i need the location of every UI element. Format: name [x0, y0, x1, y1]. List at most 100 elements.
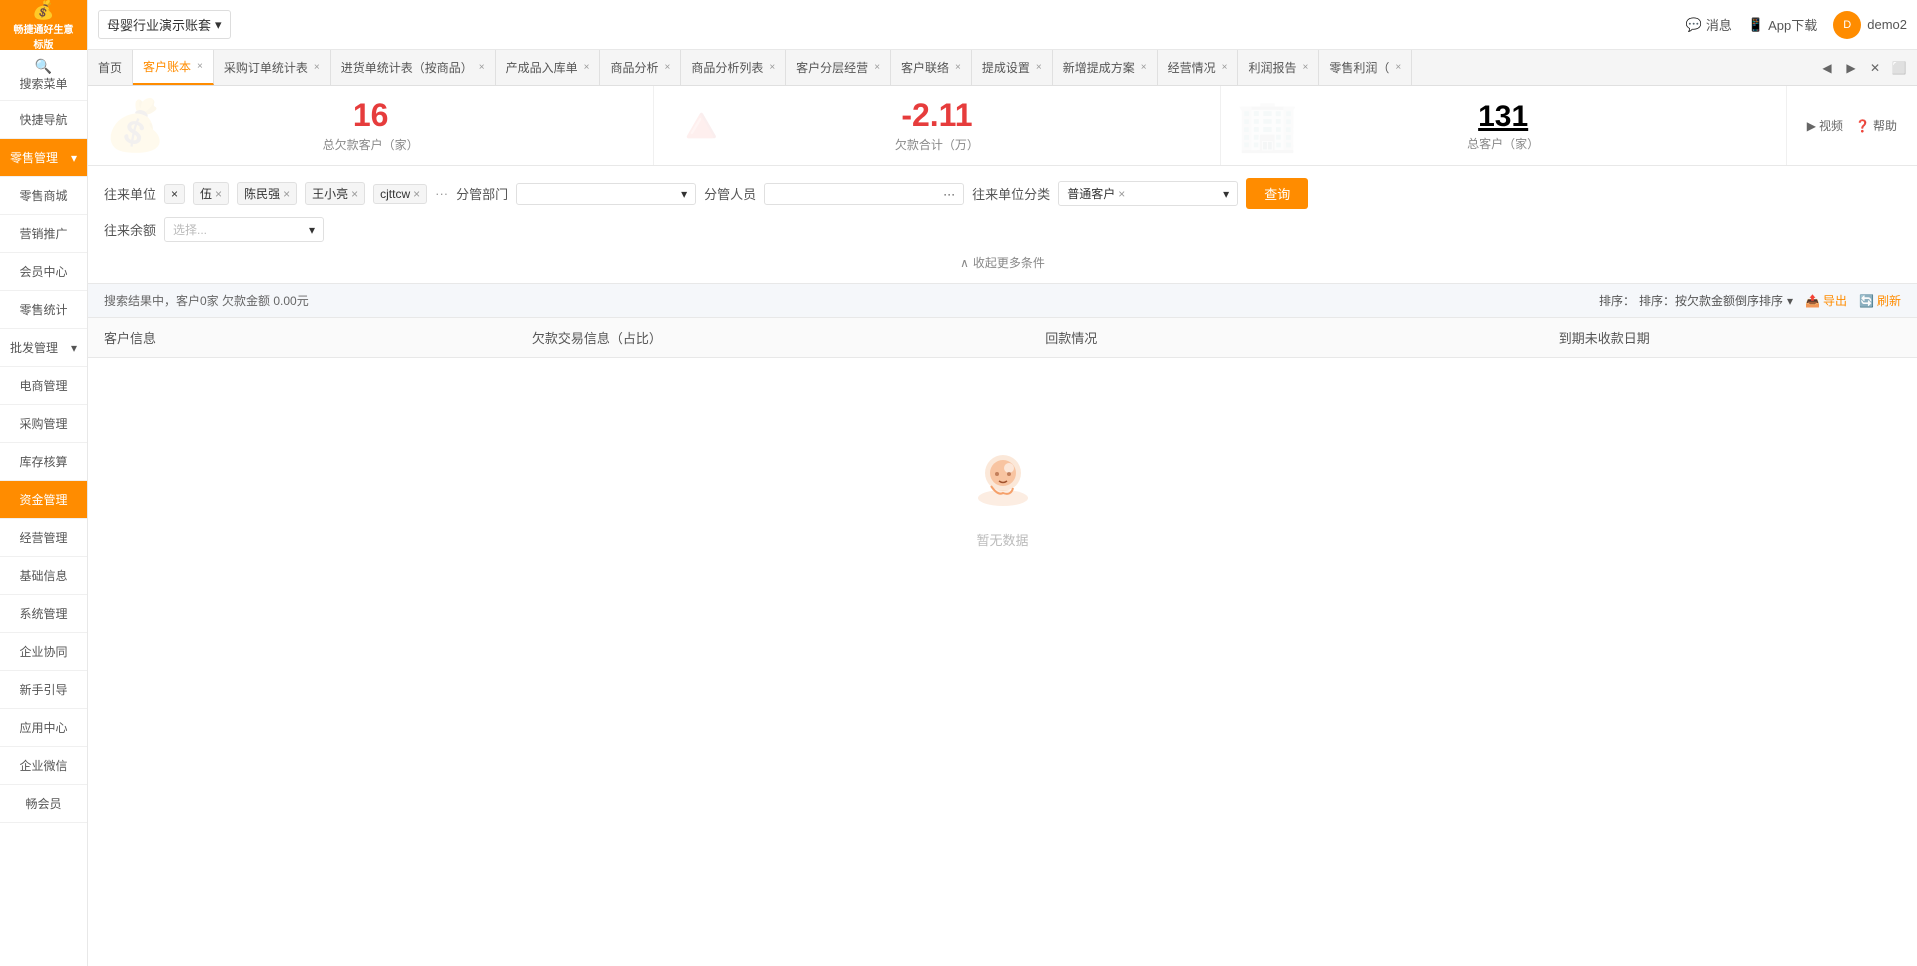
sidebar-item-wholesale-mgmt[interactable]: 批发管理 ▾ — [0, 329, 87, 367]
dept-select[interactable]: ▾ — [516, 183, 696, 205]
filter-more-btn[interactable]: ··· — [435, 186, 448, 201]
summary-card-debt: 🔺 -2.11 欠款合计（万） — [654, 86, 1220, 165]
sidebar-retail-label: 零售管理 — [10, 149, 58, 166]
tab-profit-report[interactable]: 利润报告 × — [1238, 50, 1319, 85]
sidebar-item-inventory[interactable]: 库存核算 — [0, 443, 87, 481]
tab-customer-contact[interactable]: 客户联络 × — [891, 50, 972, 85]
tab-retail-profit-label: 零售利润（ — [1329, 59, 1389, 76]
tab-retail-profit-close[interactable]: × — [1395, 62, 1401, 73]
app-download-btn[interactable]: 📱 App下载 — [1748, 15, 1817, 34]
refresh-btn[interactable]: 🔄 刷新 — [1859, 292, 1901, 309]
username-label: demo2 — [1867, 17, 1907, 32]
video-label: 视频 — [1819, 117, 1843, 134]
sidebar-item-operation-mgmt[interactable]: 经营管理 — [0, 519, 87, 557]
video-btn[interactable]: ▶ 视频 — [1807, 117, 1843, 134]
tab-product-inbound-close[interactable]: × — [584, 62, 590, 73]
filter-row-2: 往来余额 选择... ▾ — [104, 217, 1901, 242]
tab-profit-label: 利润报告 — [1248, 59, 1296, 76]
query-button[interactable]: 查询 — [1246, 178, 1308, 209]
sidebar-item-enterprise-wechat[interactable]: 企业微信 — [0, 747, 87, 785]
sidebar-item-member-center[interactable]: 会员中心 — [0, 253, 87, 291]
tab-customer-ledger-close[interactable]: × — [197, 61, 203, 72]
user-profile-btn[interactable]: D demo2 — [1833, 11, 1907, 39]
message-icon: 💬 — [1686, 17, 1702, 33]
unit-label: 往来单位 — [104, 184, 156, 203]
sidebar-item-enterprise-coop[interactable]: 企业协同 — [0, 633, 87, 671]
tab-biz-label: 经营情况 — [1168, 59, 1216, 76]
tab-biz-close[interactable]: × — [1222, 62, 1228, 73]
sidebar-inventory-label: 库存核算 — [19, 453, 67, 470]
tab-next-btn[interactable]: ▶ — [1841, 58, 1861, 78]
person-select[interactable]: ··· — [764, 183, 964, 205]
tab-new-tip-close[interactable]: × — [1141, 62, 1147, 73]
tab-product-inbound[interactable]: 产成品入库单 × — [496, 50, 601, 85]
tab-customer-ledger[interactable]: 客户账本 × — [133, 50, 214, 85]
tab-purchase-close[interactable]: × — [314, 62, 320, 73]
sort-arrow-icon: ▾ — [1787, 294, 1793, 308]
sidebar-item-retail-shop[interactable]: 零售商城 — [0, 177, 87, 215]
tab-home[interactable]: 首页 — [88, 50, 133, 85]
unit-class-select[interactable]: 普通客户 × ▾ — [1058, 181, 1238, 206]
empty-state: 暂无数据 — [88, 358, 1917, 629]
tab-product-analysis-close[interactable]: × — [664, 62, 670, 73]
tab-biz-status[interactable]: 经营情况 × — [1158, 50, 1239, 85]
dropdown-arrow-icon: ▾ — [215, 17, 222, 33]
unit-class-arrow: ▾ — [1223, 187, 1229, 201]
tab-maximize-btn[interactable]: ⬜ — [1889, 58, 1909, 78]
tab-inbound-stats[interactable]: 进货单统计表（按商品） × — [331, 50, 496, 85]
sidebar-wholesale-arrow: ▾ — [71, 341, 77, 355]
tab-customer-contact-close[interactable]: × — [955, 62, 961, 73]
unit-class-tag-close[interactable]: × — [1118, 187, 1125, 201]
table-header-customer: 客户信息 — [104, 328, 532, 347]
sidebar-purchase-label: 采购管理 — [19, 415, 67, 432]
sidebar-item-capital-mgmt[interactable]: 资金管理 — [0, 481, 87, 519]
top-bar-left: 母婴行业演示账套 ▾ — [98, 10, 231, 39]
app-download-label: App下载 — [1768, 15, 1817, 34]
tab-inbound-close[interactable]: × — [479, 62, 485, 73]
tab-purchase-order-stats[interactable]: 采购订单统计表 × — [214, 50, 331, 85]
sidebar-item-retail-stats[interactable]: 零售统计 — [0, 291, 87, 329]
balance-select[interactable]: 选择... ▾ — [164, 217, 324, 242]
sidebar-item-marketing[interactable]: 营销推广 — [0, 215, 87, 253]
sidebar-item-new-guide[interactable]: 新手引导 — [0, 671, 87, 709]
sidebar-item-app-center[interactable]: 应用中心 — [0, 709, 87, 747]
collapse-btn[interactable]: ∧ 收起更多条件 — [104, 250, 1901, 275]
sort-select[interactable]: 排序： 排序：按欠款金额倒序排序 ▾ — [1599, 292, 1793, 309]
message-btn[interactable]: 💬 消息 — [1686, 15, 1732, 34]
logo-title: 畅捷通好生意 — [14, 21, 74, 36]
message-label: 消息 — [1706, 15, 1732, 34]
filter-tag-wang-close[interactable]: × — [351, 187, 358, 201]
sidebar-item-retail-mgmt[interactable]: 零售管理 ▾ — [0, 139, 87, 177]
filter-tag-wu-close[interactable]: × — [215, 187, 222, 201]
filter-tag-chen-close[interactable]: × — [283, 187, 290, 201]
tab-product-analysis[interactable]: 商品分析 × — [600, 50, 681, 85]
sidebar-item-search[interactable]: 🔍 搜索菜单 — [0, 50, 87, 101]
sidebar-item-ecommerce[interactable]: 电商管理 — [0, 367, 87, 405]
tab-tip-settings-label: 提成设置 — [982, 59, 1030, 76]
sidebar-item-system-mgmt[interactable]: 系统管理 — [0, 595, 87, 633]
tab-tip-settings[interactable]: 提成设置 × — [972, 50, 1053, 85]
tab-retail-profit[interactable]: 零售利润（ × — [1319, 50, 1412, 85]
refresh-icon: 🔄 — [1859, 294, 1874, 308]
tab-product-analysis-list-close[interactable]: × — [769, 62, 775, 73]
tab-prev-btn[interactable]: ◀ — [1817, 58, 1837, 78]
sidebar-item-vip-member[interactable]: 畅会员 — [0, 785, 87, 823]
filter-tag-cjttcw-close[interactable]: × — [413, 187, 420, 201]
help-btn[interactable]: ❓ 帮助 — [1855, 117, 1897, 134]
tab-customer-tier[interactable]: 客户分层经营 × — [786, 50, 891, 85]
sidebar-item-quick-nav[interactable]: 快捷导航 — [0, 101, 87, 139]
sidebar-item-purchase-mgmt[interactable]: 采购管理 — [0, 405, 87, 443]
tab-product-analysis-list[interactable]: 商品分析列表 × — [681, 50, 786, 85]
export-btn[interactable]: 📤 导出 — [1805, 292, 1847, 309]
tab-close-all-btn[interactable]: ✕ — [1865, 58, 1885, 78]
tab-profit-close[interactable]: × — [1302, 62, 1308, 73]
sidebar-marketing-label: 营销推广 — [19, 225, 67, 242]
tab-new-tip-plan[interactable]: 新增提成方案 × — [1053, 50, 1158, 85]
tab-tip-settings-close[interactable]: × — [1036, 62, 1042, 73]
tab-product-analysis-list-label: 商品分析列表 — [691, 59, 763, 76]
tab-customer-tier-close[interactable]: × — [874, 62, 880, 73]
sidebar-item-basic-info[interactable]: 基础信息 — [0, 557, 87, 595]
account-dropdown[interactable]: 母婴行业演示账套 ▾ — [98, 10, 231, 39]
sort-label: 排序： — [1599, 292, 1635, 309]
sidebar-app-label: 应用中心 — [19, 719, 67, 736]
